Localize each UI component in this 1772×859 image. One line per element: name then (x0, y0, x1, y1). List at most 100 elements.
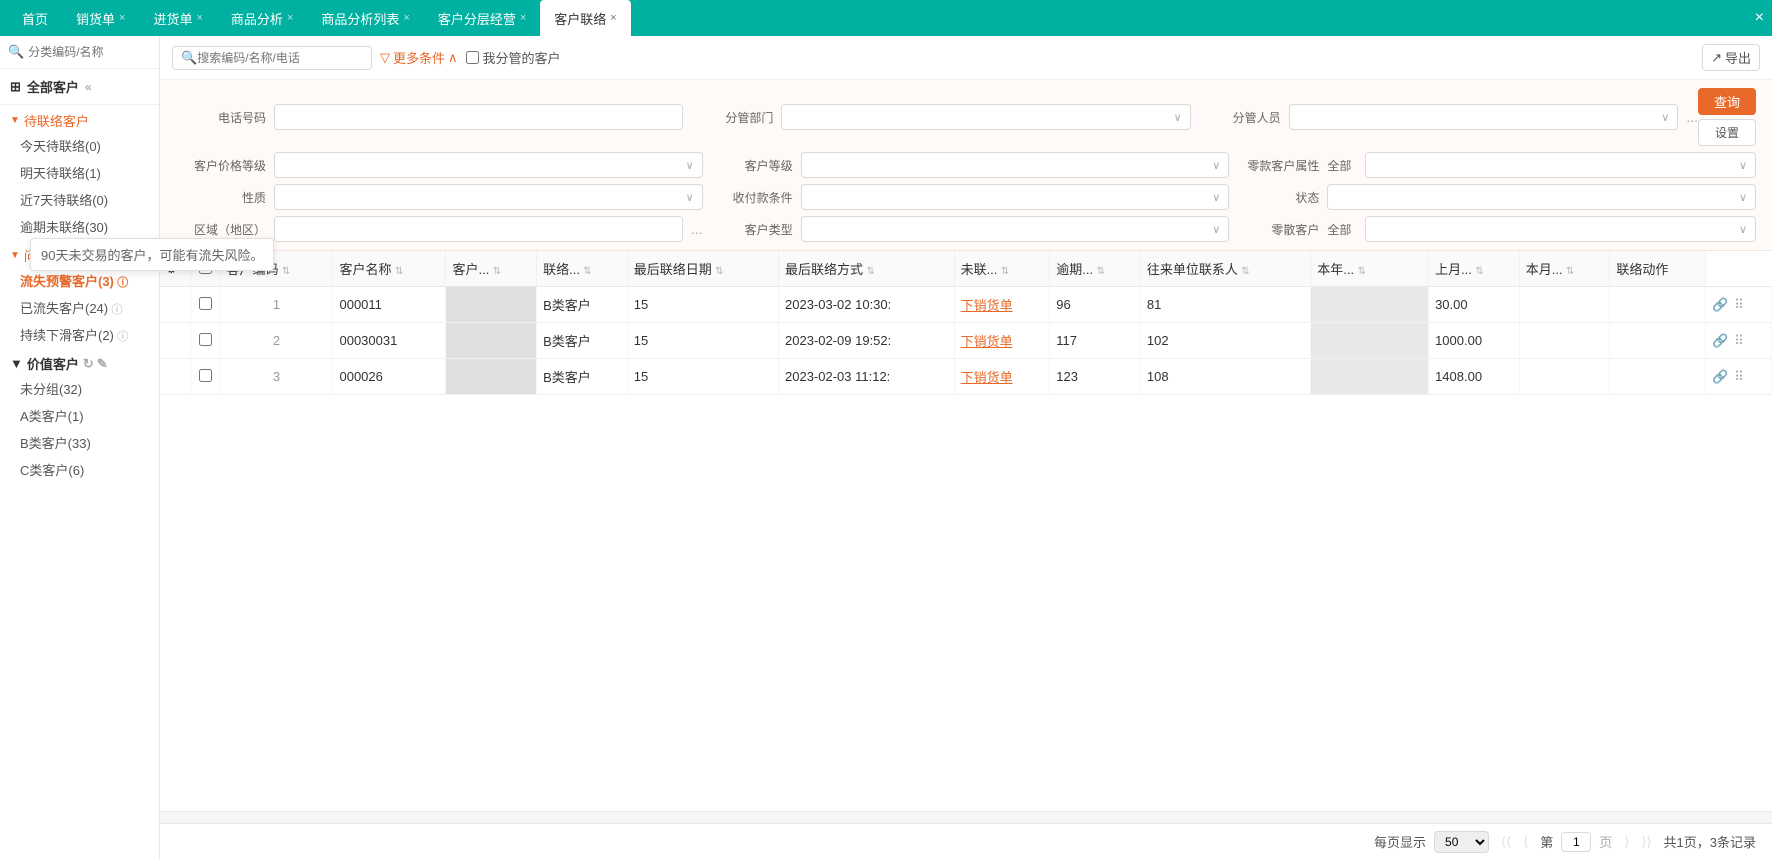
col-last-month-sort[interactable]: ⇅ (1475, 266, 1483, 277)
col-contact-person-sort[interactable]: ⇅ (1241, 266, 1249, 277)
nav-tab-customer-contact[interactable]: 客户联络 × (540, 0, 630, 36)
col-name-sort[interactable]: ⇅ (395, 266, 403, 277)
edit-icon[interactable]: ✎ (97, 356, 108, 372)
page-size-select[interactable]: 50 100 200 (1434, 831, 1489, 853)
nav-tab-analysis-list[interactable]: 商品分析列表 × (307, 0, 423, 36)
nav-tab-customer-tier[interactable]: 客户分层经营 × (424, 0, 540, 36)
col-type-sort[interactable]: ⇅ (493, 266, 501, 277)
query-button[interactable]: 查询 (1698, 88, 1756, 115)
row-checkbox-0[interactable] (199, 297, 212, 310)
nav-tab-home[interactable]: 首页 (8, 0, 62, 36)
more-conditions-btn[interactable]: ▽ 更多条件 ∧ (380, 48, 458, 67)
sidebar-item-churned[interactable]: 已流失客户(24) ⓘ (0, 294, 159, 321)
filter-manager-dots[interactable]: ... (1686, 109, 1698, 125)
sidebar-item-churn-warning[interactable]: 流失预警客户(3) ⓘ (0, 267, 159, 294)
cell-checkbox-1[interactable] (190, 323, 220, 359)
nav-tab-purchase[interactable]: 进货单 × (139, 0, 216, 36)
filter-area-input[interactable] (274, 216, 683, 242)
col-overdue-sort[interactable]: ⇅ (1096, 266, 1104, 277)
filter-customer-type-select[interactable]: ∨ (801, 216, 1230, 242)
nav-tab-analysis[interactable]: 商品分析 × (217, 0, 307, 36)
cell-checkbox-2[interactable] (190, 359, 220, 395)
nav-tab-analysis-close[interactable]: × (287, 12, 293, 24)
col-this-month-sort[interactable]: ⇅ (1566, 266, 1574, 277)
sidebar-item-ungrouped-label: 未分组(32) (20, 382, 82, 397)
filter-customer-level-select[interactable]: ∨ (801, 152, 1230, 178)
cell-contact-person-2 (1311, 359, 1429, 395)
cell-last-method-0[interactable]: 下销货单 (954, 287, 1050, 323)
window-close-button[interactable]: × (1755, 9, 1764, 27)
sidebar-item-tomorrow-label: 明天待联络(1) (20, 166, 101, 181)
sidebar-search-input[interactable] (28, 45, 151, 59)
page-next-btn[interactable]: ⟩ (1620, 832, 1633, 852)
cell-type-2: B类客户 (537, 359, 628, 395)
col-code-sort[interactable]: ⇅ (282, 266, 290, 277)
filter-receivable-attr-label: 零款客户属性 (1229, 157, 1319, 174)
filter-price-level-select[interactable]: ∨ (274, 152, 703, 178)
col-last-date-sort[interactable]: ⇅ (715, 266, 723, 277)
more-conditions-label: 更多条件 (393, 48, 445, 67)
col-this-year-sort[interactable]: ⇅ (1357, 266, 1365, 277)
export-button[interactable]: ↗ 导出 (1702, 44, 1760, 71)
cell-checkbox-0[interactable] (190, 287, 220, 323)
sidebar-item-b-class[interactable]: B类客户(33) (0, 429, 159, 456)
col-overdue-label: 逾期... (1056, 262, 1093, 277)
filter-manager-select[interactable]: ∨ (1289, 104, 1679, 130)
refresh-icon[interactable]: ↻ (83, 356, 94, 372)
my-customer-check[interactable] (466, 51, 479, 64)
col-contact-sort[interactable]: ⇅ (583, 266, 591, 277)
action-link-icon-2[interactable]: 🔗 (1712, 369, 1728, 385)
nav-tab-customer-tier-close[interactable]: × (520, 12, 526, 24)
page-number-input[interactable] (1561, 832, 1591, 852)
filter-gender-select[interactable]: ∨ (274, 184, 703, 210)
search-input[interactable] (197, 51, 357, 65)
sidebar-collapse-icon[interactable]: « (85, 80, 92, 94)
cell-last-method-1[interactable]: 下销货单 (954, 323, 1050, 359)
action-link-icon-1[interactable]: 🔗 (1712, 333, 1728, 349)
page-prev-btn[interactable]: ⟨ (1519, 832, 1532, 852)
sidebar-item-a-class[interactable]: A类客户(1) (0, 402, 159, 429)
filter-phone-input[interactable] (274, 104, 683, 130)
sidebar-group-value[interactable]: ▼ 价值客户 ↻ ✎ (0, 348, 159, 375)
sidebar-item-tomorrow[interactable]: 明天待联络(1) (0, 159, 159, 186)
action-more-icon-0[interactable]: ⠿ (1734, 297, 1744, 313)
filter-status-select[interactable]: ∨ (1327, 184, 1756, 210)
nav-tab-analysis-list-close[interactable]: × (403, 12, 409, 24)
page-first-btn[interactable]: ⟨⟨ (1497, 832, 1515, 852)
cell-last-method-2[interactable]: 下销货单 (954, 359, 1050, 395)
filter-manager-arrow: ∨ (1661, 111, 1669, 124)
nav-tab-purchase-close[interactable]: × (196, 12, 202, 24)
col-no-contact: 未联... ⇅ (954, 251, 1050, 287)
col-name: 客户名称 ⇅ (333, 251, 446, 287)
my-customer-checkbox[interactable]: 我分管的客户 (466, 48, 561, 67)
sidebar-item-declining[interactable]: 持续下滑客户(2) ⓘ (0, 321, 159, 348)
col-last-method-sort[interactable]: ⇅ (866, 266, 874, 277)
row-checkbox-1[interactable] (199, 333, 212, 346)
col-no-contact-sort[interactable]: ⇅ (1001, 266, 1009, 277)
sidebar-item-c-class[interactable]: C类客户(6) (0, 456, 159, 483)
nav-tab-salesorder[interactable]: 销货单 × (62, 0, 139, 36)
filter-receivable-attr-select[interactable]: ∨ (1365, 152, 1756, 178)
search-bar-icon: 🔍 (181, 50, 197, 66)
sidebar-all-customers[interactable]: ⊞ 全部客户 « (0, 69, 159, 105)
sidebar-item-7days[interactable]: 近7天待联络(0) (0, 186, 159, 213)
action-link-icon-0[interactable]: 🔗 (1712, 297, 1728, 313)
filter-dept-select[interactable]: ∨ (781, 104, 1190, 130)
sidebar-item-today[interactable]: 今天待联络(0) (0, 132, 159, 159)
filter-payment-select[interactable]: ∨ (801, 184, 1230, 210)
settings-button[interactable]: 设置 (1698, 119, 1756, 146)
action-more-icon-2[interactable]: ⠿ (1734, 369, 1744, 385)
filter-row-2: 客户价格等级 ∨ 客户等级 ∨ 零款客户属性 全部 (176, 152, 1756, 178)
nav-tab-salesorder-close[interactable]: × (119, 12, 125, 24)
sidebar-item-ungrouped[interactable]: 未分组(32) (0, 375, 159, 402)
filter-area-dots[interactable]: ... (691, 221, 703, 237)
row-checkbox-2[interactable] (199, 369, 212, 382)
action-more-icon-1[interactable]: ⠿ (1734, 333, 1744, 349)
sidebar-group-pending[interactable]: ▼ 待联络客户 (0, 105, 159, 132)
scrollbar-area[interactable] (160, 811, 1772, 823)
sidebar-item-overdue[interactable]: 逾期未联络(30) (0, 213, 159, 240)
page-last-btn[interactable]: ⟩⟩ (1637, 832, 1655, 852)
filter-retail-select[interactable]: ∨ (1365, 216, 1756, 242)
nav-tab-customer-contact-close[interactable]: × (610, 12, 616, 24)
cell-no-contact-2: 123 (1050, 359, 1141, 395)
